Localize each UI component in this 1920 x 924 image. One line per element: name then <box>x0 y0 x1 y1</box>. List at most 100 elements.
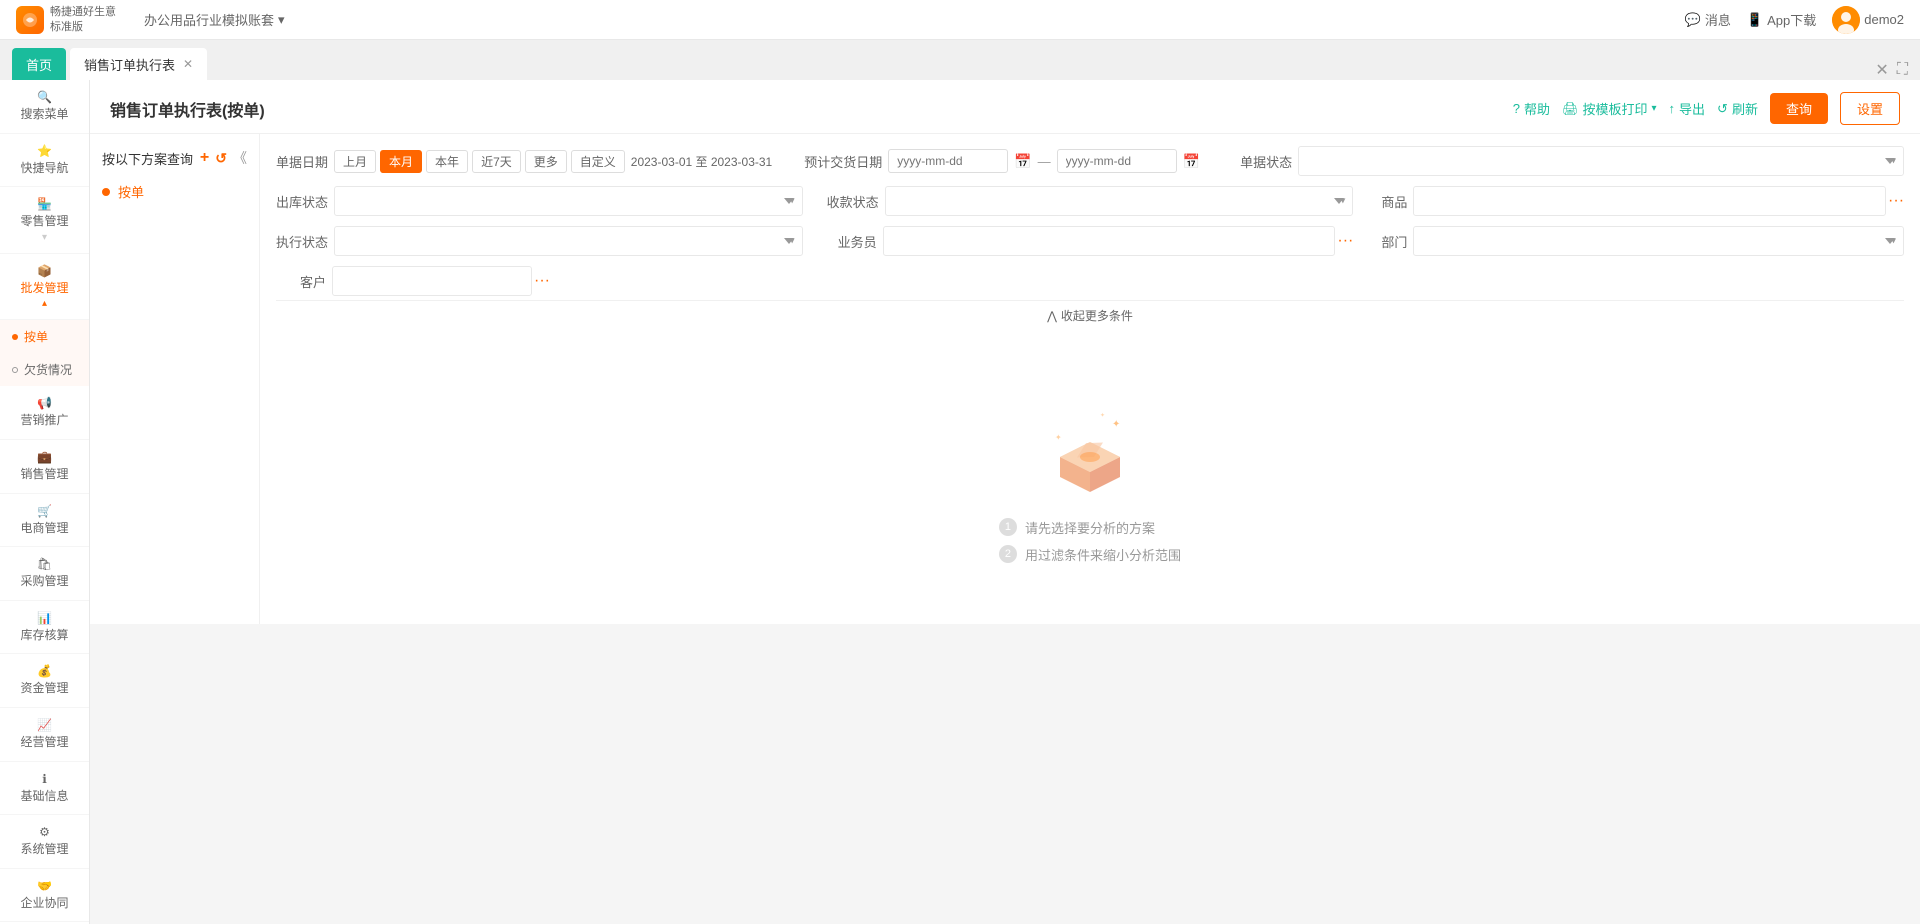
header-right: 💬 消息 📱 App下载 demo2 <box>1685 6 1904 34</box>
hint-number-1: 1 <box>999 518 1017 536</box>
wholesale-submenu: 按单 欠货情况 <box>0 320 89 386</box>
message-button[interactable]: 💬 消息 <box>1685 10 1731 29</box>
goods-input[interactable] <box>1413 186 1886 216</box>
refresh-button[interactable]: ↺ 刷新 <box>1717 99 1758 118</box>
predict-date-filter: 预计交货日期 📅 — 📅 <box>804 149 1200 173</box>
chevron-down-icon: ▾ <box>278 12 285 28</box>
payment-status-wrapper: ▾ <box>885 186 1354 216</box>
message-icon: 💬 <box>1685 12 1701 28</box>
sidebar-item-finance[interactable]: 💰 资金管理 <box>0 654 89 708</box>
last-7-days-btn[interactable]: 近7天 <box>472 150 521 173</box>
filter-row-1: 单据日期 上月 本月 本年 近7天 更多 自定义 2023-03-01 至 20… <box>276 146 1904 176</box>
order-status-input[interactable] <box>1298 146 1904 176</box>
enterprise-icon: 🤝 <box>37 879 52 893</box>
app-download-button[interactable]: 📱 App下载 <box>1747 10 1816 29</box>
print-icon: 🖨 <box>1562 101 1579 117</box>
sidebar-item-operations[interactable]: 📈 经营管理 <box>0 708 89 762</box>
help-icon: ? <box>1513 101 1520 116</box>
refresh-icon: ↺ <box>1717 101 1728 117</box>
help-button[interactable]: ? 帮助 <box>1513 99 1550 118</box>
tab-bar: 首页 销售订单执行表 ✕ ✕ ⛶ <box>0 40 1920 80</box>
sidebar-item-marketing[interactable]: 📢 营销推广 <box>0 386 89 440</box>
svg-text:✦: ✦ <box>1112 419 1120 430</box>
export-icon: ↑ <box>1669 101 1676 116</box>
empty-illustration: ✦ ✦ ✦ <box>1040 402 1140 502</box>
sidebar-item-quick-nav[interactable]: ⭐ 快捷导航 <box>0 134 89 188</box>
predict-date-start-input[interactable] <box>888 149 1008 173</box>
scheme-item-press-order[interactable]: 按单 <box>90 174 259 209</box>
refresh-scheme-button[interactable]: ↺ <box>215 150 227 167</box>
close-window-icon[interactable]: ✕ <box>1875 60 1888 80</box>
predict-date-end-input[interactable] <box>1057 149 1177 173</box>
sidebar-item-search[interactable]: 🔍 搜索菜单 <box>0 80 89 134</box>
settings-button[interactable]: 设置 <box>1840 92 1900 125</box>
close-tab-icon[interactable]: ✕ <box>183 57 193 71</box>
this-year-btn[interactable]: 本年 <box>426 150 468 173</box>
sidebar-item-basic-info[interactable]: ℹ 基础信息 <box>0 762 89 816</box>
template-print-button[interactable]: 🖨 按模板打印 ▾ <box>1562 99 1657 118</box>
ecommerce-icon: 🛒 <box>37 504 52 518</box>
department-input[interactable] <box>1413 226 1904 256</box>
avatar <box>1832 6 1860 34</box>
sidebar-item-purchase[interactable]: 🛍 采购管理 <box>0 547 89 601</box>
tab-home[interactable]: 首页 <box>12 48 66 80</box>
customer-input[interactable] <box>332 266 532 296</box>
sidebar-item-inventory[interactable]: 📊 库存核算 <box>0 601 89 655</box>
order-status-filter: 单据状态 ▾ <box>1232 146 1904 176</box>
sidebar-item-enterprise[interactable]: 🤝 企业协同 <box>0 869 89 923</box>
maximize-window-icon[interactable]: ⛶ <box>1897 61 1908 79</box>
payment-status-filter: 收款状态 ▾ <box>827 186 1354 216</box>
goods-dots-icon[interactable]: ··· <box>1888 192 1904 210</box>
more-btn[interactable]: 更多 <box>525 150 567 173</box>
delivery-status-input[interactable] <box>334 186 803 216</box>
empty-hints: 1 请先选择要分析的方案 2 用过滤条件来缩小分析范围 <box>999 518 1181 564</box>
sidebar-item-wholesale[interactable]: 📦 批发管理 ▴ <box>0 254 89 321</box>
this-month-btn[interactable]: 本月 <box>380 150 422 173</box>
predict-calendar-end-icon[interactable]: 📅 <box>1183 153 1200 170</box>
custom-btn[interactable]: 自定义 <box>571 150 625 173</box>
customer-filter: 客户 ··· <box>276 266 550 296</box>
empty-hint-1: 1 请先选择要分析的方案 <box>999 518 1181 537</box>
tab-sales-order[interactable]: 销售订单执行表 ✕ <box>70 48 207 80</box>
star-icon: ⭐ <box>37 144 52 158</box>
logo-text: 畅捷通好生意 标准版 <box>50 5 116 34</box>
exec-status-input[interactable] <box>334 226 803 256</box>
order-status-select-wrapper: ▾ <box>1298 146 1904 176</box>
logo-area: 畅捷通好生意 标准版 <box>16 5 116 34</box>
retail-icon: 🏪 <box>37 197 52 211</box>
export-button[interactable]: ↑ 导出 <box>1669 99 1706 118</box>
header-left: 畅捷通好生意 标准版 办公用品行业模拟账套 ▾ <box>16 5 285 34</box>
data-panel: 单据日期 上月 本月 本年 近7天 更多 自定义 2023-03-01 至 20… <box>260 134 1920 624</box>
add-scheme-button[interactable]: + <box>200 149 209 167</box>
page-title: 销售订单执行表(按单) <box>110 97 265 121</box>
filter-row-3: 执行状态 ▾ 业务员 ··· <box>276 226 1904 256</box>
sidebar-item-system[interactable]: ⚙ 系统管理 <box>0 815 89 869</box>
finance-icon: 💰 <box>37 664 52 678</box>
sidebar-subitem-press-order[interactable]: 按单 <box>0 320 89 353</box>
delivery-status-filter: 出库状态 ▾ <box>276 186 803 216</box>
predict-calendar-start-icon[interactable]: 📅 <box>1014 153 1031 170</box>
goods-filter: 商品 ··· <box>1377 186 1904 216</box>
sidebar-item-ecommerce[interactable]: 🛒 电商管理 <box>0 494 89 548</box>
delivery-status-wrapper: ▾ <box>334 186 803 216</box>
active-dot <box>12 334 18 340</box>
sidebar-item-sales-mgmt[interactable]: 💼 销售管理 <box>0 440 89 494</box>
sidebar-item-retail[interactable]: 🏪 零售管理 ▾ <box>0 187 89 254</box>
account-selector[interactable]: 办公用品行业模拟账套 ▾ <box>144 10 285 29</box>
salesperson-dots-icon[interactable]: ··· <box>1337 232 1353 250</box>
last-month-btn[interactable]: 上月 <box>334 150 376 173</box>
chevron-up-icon: ▴ <box>42 298 47 309</box>
search-button[interactable]: 查询 <box>1770 93 1828 124</box>
marketing-icon: 📢 <box>37 396 52 410</box>
inactive-dot <box>12 367 18 373</box>
customer-dots-icon[interactable]: ··· <box>534 272 550 290</box>
tab-bar-actions: ✕ ⛶ <box>1875 60 1908 80</box>
collapse-filter-button[interactable]: ⋀ 收起更多条件 <box>276 300 1904 330</box>
user-profile[interactable]: demo2 <box>1832 6 1904 34</box>
salesperson-input[interactable] <box>883 226 1336 256</box>
payment-status-input[interactable] <box>885 186 1354 216</box>
collapse-scheme-panel-button[interactable]: 《 <box>233 148 247 168</box>
search-icon: 🔍 <box>37 90 52 104</box>
scheme-panel: 按以下方案查询 + ↺ 《 按单 <box>90 134 260 624</box>
sidebar-subitem-debt[interactable]: 欠货情况 <box>0 353 89 386</box>
